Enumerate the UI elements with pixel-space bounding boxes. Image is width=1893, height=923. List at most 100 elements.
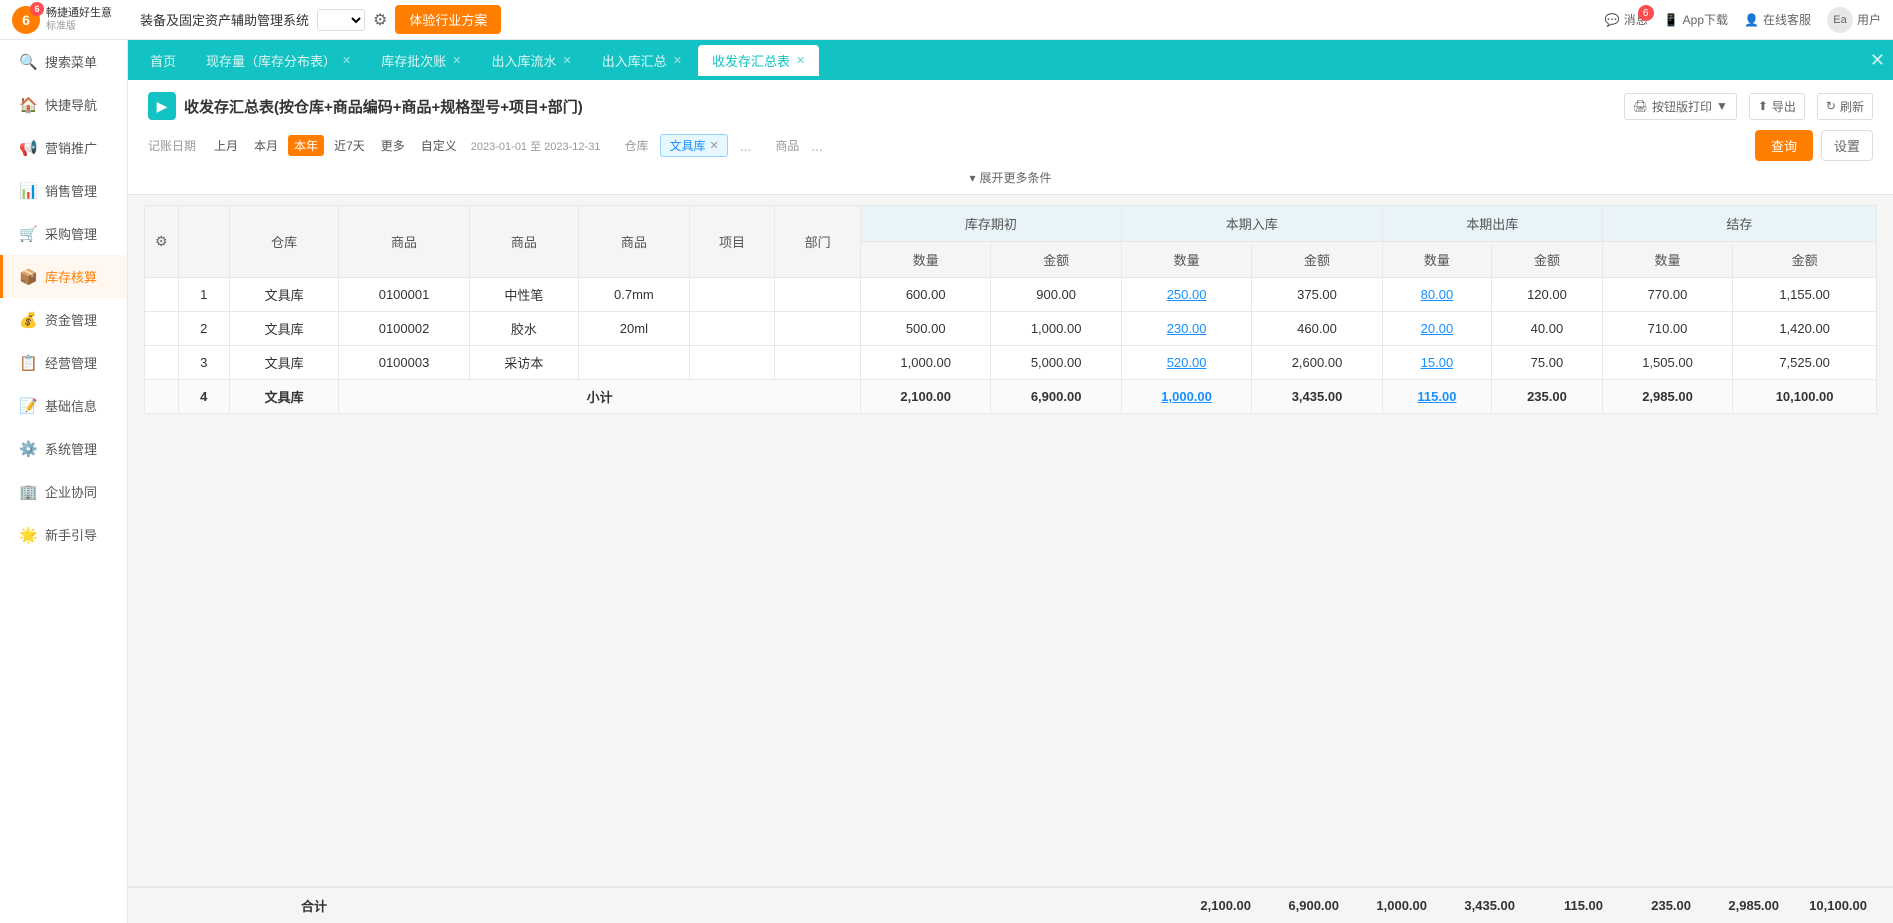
sidebar-item-search[interactable]: 🔍 搜索菜单 bbox=[0, 40, 127, 83]
tab-close-recv-send[interactable]: ✕ bbox=[796, 54, 805, 67]
subtotal-open-qty: 2,100.00 bbox=[860, 380, 990, 414]
row-open-amt: 1,000.00 bbox=[991, 312, 1121, 346]
total-out-qty: 115.00 bbox=[1525, 898, 1613, 913]
subtotal-warehouse: 文具库 bbox=[229, 380, 338, 414]
row-spec: 20ml bbox=[579, 312, 690, 346]
th-project: 项目 bbox=[689, 206, 775, 278]
tab-close-inout-flow[interactable]: ✕ bbox=[563, 54, 572, 67]
row-in-amt: 2,600.00 bbox=[1252, 346, 1382, 380]
tab-batch[interactable]: 库存批次账 ✕ bbox=[367, 45, 475, 76]
tab-inout-summary[interactable]: 出入库汇总 ✕ bbox=[588, 45, 696, 76]
subtotal-no: 4 bbox=[178, 380, 229, 414]
sidebar-item-quick[interactable]: 🏠 快捷导航 bbox=[0, 83, 127, 126]
user-btn[interactable]: Ea 用户 bbox=[1827, 7, 1881, 33]
date-btn-last-month[interactable]: 上月 bbox=[208, 135, 244, 156]
th-bal-qty: 数量 bbox=[1602, 242, 1732, 278]
sidebar-item-guide[interactable]: 🌟 新手引导 bbox=[0, 513, 127, 556]
th-in-amt: 金额 bbox=[1252, 242, 1382, 278]
refresh-button[interactable]: ↻ 刷新 bbox=[1817, 93, 1873, 120]
row-in-qty[interactable]: 250.00 bbox=[1121, 278, 1251, 312]
tab-close-inout-summary[interactable]: ✕ bbox=[673, 54, 682, 67]
tab-home[interactable]: 首页 bbox=[136, 45, 190, 76]
row-out-qty[interactable]: 15.00 bbox=[1382, 346, 1491, 380]
row-name: 采访本 bbox=[469, 346, 578, 380]
warehouse-filter-more[interactable]: ... bbox=[740, 138, 752, 154]
sales-icon: 📊 bbox=[19, 182, 37, 200]
row-out-amt: 75.00 bbox=[1492, 346, 1603, 380]
online-service-btn[interactable]: 👤 在线客服 bbox=[1744, 11, 1811, 28]
print-button[interactable]: 🖨 按钮版打印 ▼ bbox=[1624, 93, 1737, 120]
sidebar-item-finance[interactable]: 💰 资金管理 bbox=[0, 298, 127, 341]
date-btn-this-year[interactable]: 本年 bbox=[288, 135, 324, 156]
settings-button[interactable]: ⚙ bbox=[373, 10, 387, 30]
tab-close-batch[interactable]: ✕ bbox=[452, 54, 461, 67]
guide-icon: 🌟 bbox=[19, 526, 37, 544]
row-warehouse: 文具库 bbox=[229, 278, 338, 312]
row-out-qty[interactable]: 20.00 bbox=[1382, 312, 1491, 346]
finance-icon: 💰 bbox=[19, 311, 37, 329]
row-out-amt: 40.00 bbox=[1492, 312, 1603, 346]
table-settings-icon[interactable]: ⚙ bbox=[155, 233, 168, 249]
export-button[interactable]: ⬆ 导出 bbox=[1749, 93, 1805, 120]
message-btn[interactable]: 💬 消息 6 bbox=[1605, 11, 1648, 28]
filter-toggle-btn[interactable]: ▶ bbox=[148, 92, 176, 120]
sidebar-item-purchase[interactable]: 🛒 采购管理 bbox=[0, 212, 127, 255]
row-spec: 0.7mm bbox=[579, 278, 690, 312]
row-open-qty: 600.00 bbox=[860, 278, 990, 312]
row-out-qty[interactable]: 80.00 bbox=[1382, 278, 1491, 312]
subtotal-open-amt: 6,900.00 bbox=[991, 380, 1121, 414]
sidebar: 🔍 搜索菜单 🏠 快捷导航 📢 营销推广 📊 销售管理 🛒 采购管理 📦 库存核… bbox=[0, 40, 128, 923]
row-no: 3 bbox=[178, 346, 229, 380]
tab-close-stock-dist[interactable]: ✕ bbox=[342, 54, 351, 67]
system-select[interactable] bbox=[317, 9, 365, 31]
subtotal-in-qty[interactable]: 1,000.00 bbox=[1121, 380, 1251, 414]
sidebar-item-operations[interactable]: 📋 经营管理 bbox=[0, 341, 127, 384]
row-in-qty[interactable]: 230.00 bbox=[1121, 312, 1251, 346]
date-btn-7days[interactable]: 近7天 bbox=[328, 135, 371, 156]
sidebar-item-marketing[interactable]: 📢 营销推广 bbox=[0, 126, 127, 169]
search-icon: 🔍 bbox=[19, 53, 37, 71]
date-btn-custom[interactable]: 自定义 bbox=[415, 135, 463, 156]
settings-filter-button[interactable]: 设置 bbox=[1821, 130, 1873, 161]
subtotal-out-qty[interactable]: 115.00 bbox=[1382, 380, 1491, 414]
trial-button[interactable]: 体验行业方案 bbox=[395, 5, 501, 34]
warehouse-tag-close[interactable]: ✕ bbox=[709, 139, 718, 152]
goods-filter-more[interactable]: ... bbox=[811, 138, 823, 154]
expand-row: ▾ 展开更多条件 bbox=[148, 169, 1873, 186]
total-in-qty: 1,000.00 bbox=[1349, 898, 1437, 913]
main-layout: 🔍 搜索菜单 🏠 快捷导航 📢 营销推广 📊 销售管理 🛒 采购管理 📦 库存核… bbox=[0, 40, 1893, 923]
th-out-amt: 金额 bbox=[1492, 242, 1603, 278]
subtotal-in-amt: 3,435.00 bbox=[1252, 380, 1382, 414]
sidebar-item-sales[interactable]: 📊 销售管理 bbox=[0, 169, 127, 212]
tab-stock-dist[interactable]: 现存量（库存分布表） ✕ bbox=[192, 45, 365, 76]
row-out-amt: 120.00 bbox=[1492, 278, 1603, 312]
service-icon: 👤 bbox=[1744, 13, 1759, 27]
tab-bar-close[interactable]: ✕ bbox=[1870, 50, 1885, 71]
th-row-no bbox=[178, 206, 229, 278]
row-in-qty[interactable]: 520.00 bbox=[1121, 346, 1251, 380]
row-checkbox bbox=[145, 278, 179, 312]
expand-conditions-btn[interactable]: ▾ 展开更多条件 bbox=[969, 169, 1051, 186]
query-button[interactable]: 查询 bbox=[1755, 130, 1813, 161]
sidebar-item-basic[interactable]: 📝 基础信息 bbox=[0, 384, 127, 427]
tab-recv-send[interactable]: 收发存汇总表 ✕ bbox=[698, 45, 819, 76]
sidebar-item-system[interactable]: ⚙️ 系统管理 bbox=[0, 427, 127, 470]
system-icon: ⚙️ bbox=[19, 440, 37, 458]
page-title-row: ▶ 收发存汇总表(按仓库+商品编码+商品+规格型号+项目+部门) 🖨 按钮版打印… bbox=[148, 92, 1873, 120]
th-warehouse: 仓库 bbox=[229, 206, 338, 278]
row-dept bbox=[775, 312, 861, 346]
app-download-btn[interactable]: 📱 App下载 bbox=[1664, 11, 1728, 28]
date-btn-this-month[interactable]: 本月 bbox=[248, 135, 284, 156]
page-content: ▶ 收发存汇总表(按仓库+商品编码+商品+规格型号+项目+部门) 🖨 按钮版打印… bbox=[128, 80, 1893, 923]
system-name-area: 装备及固定资产辅助管理系统 ⚙ 体验行业方案 bbox=[140, 5, 1605, 34]
tab-inout-flow[interactable]: 出入库流水 ✕ bbox=[477, 45, 585, 76]
row-open-qty: 500.00 bbox=[860, 312, 990, 346]
export-icon: ⬆ bbox=[1758, 99, 1768, 113]
date-range-display: 2023-01-01 至 2023-12-31 bbox=[471, 138, 601, 154]
date-btn-more[interactable]: 更多 bbox=[375, 135, 411, 156]
inventory-icon: 📦 bbox=[19, 268, 37, 286]
total-out-amt: 235.00 bbox=[1613, 898, 1701, 913]
sidebar-item-inventory[interactable]: 📦 库存核算 bbox=[0, 255, 127, 298]
sidebar-item-enterprise[interactable]: 🏢 企业协同 bbox=[0, 470, 127, 513]
row-open-amt: 5,000.00 bbox=[991, 346, 1121, 380]
